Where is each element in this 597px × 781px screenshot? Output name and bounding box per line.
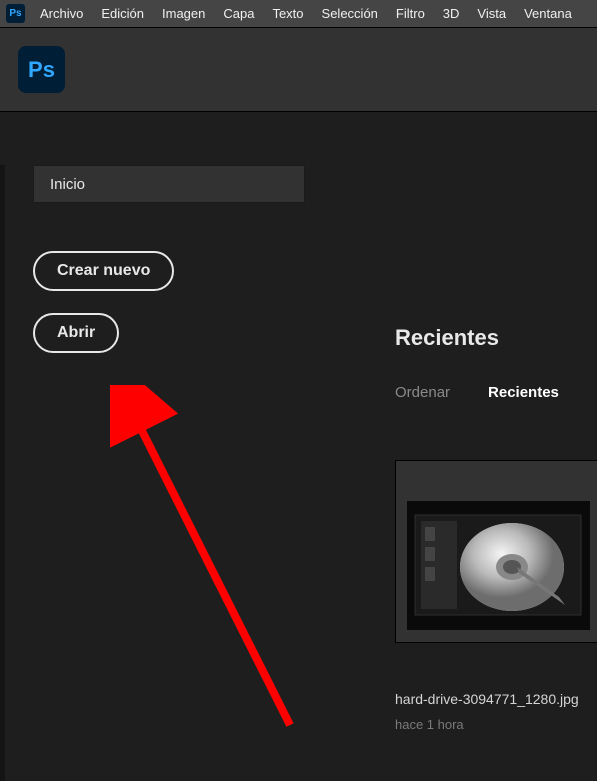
app-abbr-small: Ps [9,8,21,19]
create-new-button[interactable]: Crear nuevo [33,251,174,291]
menu-seleccion[interactable]: Selección [313,0,387,27]
app-icon-large: Ps [18,46,65,93]
menu-capa[interactable]: Capa [214,0,263,27]
menu-filtro[interactable]: Filtro [387,0,434,27]
menu-ventana[interactable]: Ventana [515,0,581,27]
recent-file-name: hard-drive-3094771_1280.jpg [395,691,597,707]
menu-3d[interactable]: 3D [434,0,469,27]
header-toolbar: Ps [0,27,597,112]
menu-archivo[interactable]: Archivo [31,0,92,27]
menu-imagen[interactable]: Imagen [153,0,214,27]
recents-tab-active[interactable]: Recientes [488,384,559,401]
app-icon-small: Ps [6,4,25,23]
recents-filter-row: Ordenar Recientes [395,384,597,401]
menu-edicion[interactable]: Edición [92,0,153,27]
menu-texto[interactable]: Texto [263,0,312,27]
hard-drive-icon [407,501,590,630]
menu-vista[interactable]: Vista [468,0,515,27]
annotation-arrow-icon [110,385,310,745]
tab-inicio[interactable]: Inicio [33,165,305,203]
app-abbr-large: Ps [28,57,55,83]
tab-inicio-label: Inicio [50,176,85,193]
home-screen: Inicio Crear nuevo Abrir Recientes Orden… [0,165,597,781]
menubar: Ps Archivo Edición Imagen Capa Texto Sel… [0,0,597,27]
recent-file-time: hace 1 hora [395,717,597,732]
recents-panel: Recientes Ordenar Recientes [395,325,597,732]
recent-file-thumbnail [407,501,590,630]
recent-file-card[interactable] [395,460,597,643]
recents-sort-button[interactable]: Ordenar [395,384,450,401]
open-button[interactable]: Abrir [33,313,119,353]
recents-title: Recientes [395,325,597,351]
